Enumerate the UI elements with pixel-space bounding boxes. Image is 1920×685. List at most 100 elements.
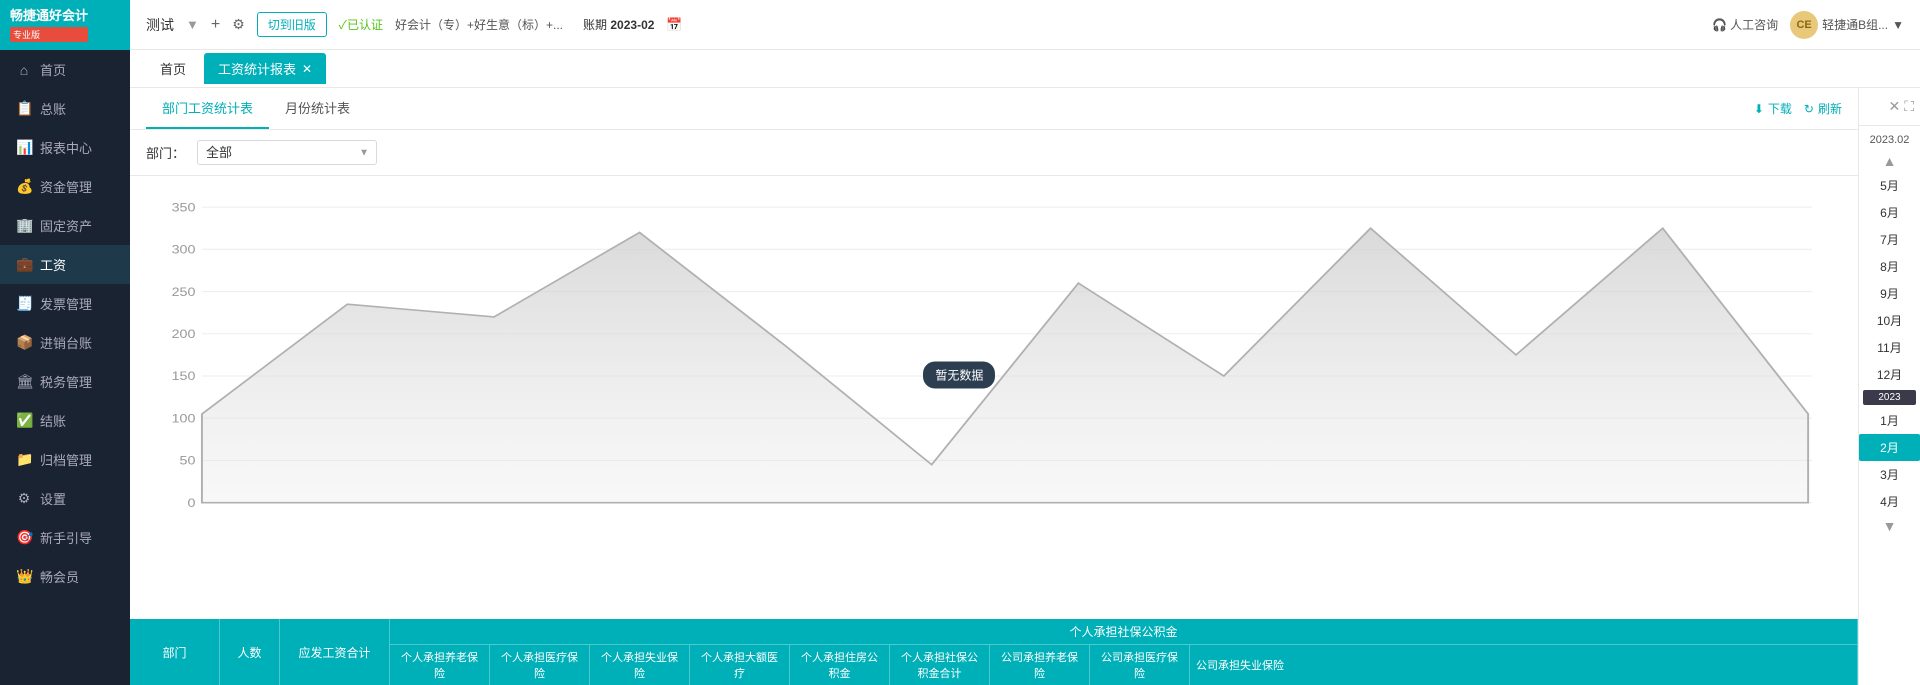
th-cell-个人承担失业保险: 个人承担失业保险	[590, 645, 690, 685]
tabbar: 首页 工资统计报表 ✕	[130, 50, 1920, 88]
sidebar-item-home[interactable]: ⌂ 首页	[0, 50, 130, 89]
sidebar-item-tax[interactable]: 🏛税务管理	[0, 362, 130, 401]
sidebar-label-checkout: 结账	[40, 411, 66, 430]
headset-icon: 🎧	[1712, 18, 1727, 32]
sidebar-label-archive: 归档管理	[40, 450, 92, 469]
month-8月[interactable]: 8月	[1859, 253, 1920, 280]
sidebar-item-archive[interactable]: 📁 归档管理	[0, 440, 130, 479]
topbar-add-icon[interactable]: +	[211, 16, 220, 34]
month-10月[interactable]: 10月	[1859, 307, 1920, 334]
right-side-body: 2023.02 ▲ 5月6月7月8月9月10月11月12月 2023 1月2月3…	[1859, 126, 1920, 685]
report-icon: 📊	[16, 139, 32, 156]
sidebar-item-report[interactable]: 📊 报表中心	[0, 128, 130, 167]
expand-panel-icon[interactable]: ⛶	[1904, 98, 1914, 115]
user-service[interactable]: 🎧 人工咨询	[1712, 16, 1778, 33]
current-year-month: 2023.02	[1859, 130, 1920, 150]
user-name: 轻捷通B组...	[1822, 16, 1888, 33]
month-3月[interactable]: 3月	[1859, 461, 1920, 488]
sidebar-label-trade: 进销台账	[40, 333, 92, 352]
th-group-cells: 个人承担养老保险个人承担医疗保险个人承担失业保险个人承担大额医疗个人承担住房公积…	[390, 645, 1857, 685]
switch-to-old-btn[interactable]: 切到旧版	[257, 12, 327, 37]
sidebar-label-invoice: 发票管理	[40, 294, 92, 313]
th-cell-个人承担住房公积金: 个人承担住房公积金	[790, 645, 890, 685]
app-name: 畅捷通好会计	[10, 8, 88, 25]
main-area: 测试 ▼ + ⚙ 切到旧版 ✓已认证 好会计（专）+好生意（标）+... 账期 …	[130, 0, 1920, 685]
user-dropdown-icon: ▼	[1892, 18, 1904, 32]
sub-tab-month[interactable]: 月份统计表	[269, 88, 366, 129]
calendar-icon[interactable]: 📅	[666, 17, 682, 33]
sidebar-label-guide: 新手引导	[40, 528, 92, 547]
year-badge: 2023	[1863, 390, 1916, 405]
sidebar-label-settings: 设置	[40, 489, 66, 508]
months-after: 1月2月3月4月	[1859, 407, 1920, 515]
month-7月[interactable]: 7月	[1859, 226, 1920, 253]
chevron-down-icon[interactable]: ▼	[1859, 515, 1920, 537]
sidebar-item-checkout[interactable]: ✅结账	[0, 401, 130, 440]
th-count: 人数	[220, 619, 280, 685]
sidebar-label-report: 报表中心	[40, 138, 92, 157]
th-dept: 部门	[130, 619, 220, 685]
sidebar-item-member[interactable]: 👑畅会员	[0, 557, 130, 596]
topbar-settings-icon[interactable]: ⚙	[232, 16, 245, 33]
sidebar-item-salary[interactable]: 💼工资	[0, 245, 130, 284]
sidebar-label-salary: 工资	[40, 255, 66, 274]
month-4月[interactable]: 4月	[1859, 488, 1920, 515]
month-9月[interactable]: 9月	[1859, 280, 1920, 307]
th-cell-个人承担医疗保险: 个人承担医疗保险	[490, 645, 590, 685]
topbar: 测试 ▼ + ⚙ 切到旧版 ✓已认证 好会计（专）+好生意（标）+... 账期 …	[130, 0, 1920, 50]
user-menu[interactable]: CE 轻捷通B组... ▼	[1790, 11, 1904, 39]
month-5月[interactable]: 5月	[1859, 172, 1920, 199]
sidebar-label-home: 首页	[40, 60, 66, 79]
tab-salary-close[interactable]: ✕	[302, 62, 312, 76]
month-2月[interactable]: 2月	[1859, 434, 1920, 461]
archive-icon: 📁	[16, 451, 32, 468]
months-before: 5月6月7月8月9月10月11月12月	[1859, 172, 1920, 388]
sidebar-item-trade[interactable]: 📦进销台账	[0, 323, 130, 362]
dept-select[interactable]: 全部 财务部 销售部 人事部	[197, 140, 377, 165]
sidebar-label-ledger: 总账	[40, 99, 66, 118]
th-group-title: 个人承担社保公积金	[390, 619, 1857, 645]
sidebar-item-settings[interactable]: ⚙设置	[0, 479, 130, 518]
svg-text:300: 300	[172, 243, 196, 256]
refresh-label: 刷新	[1818, 100, 1842, 117]
svg-text:250: 250	[172, 285, 196, 298]
th-cell-公司承担失业保险: 公司承担失业保险	[1190, 645, 1290, 685]
cert-badge: ✓已认证	[339, 16, 383, 33]
filter-row: 部门： 全部 财务部 销售部 人事部	[130, 130, 1858, 176]
month-11月[interactable]: 11月	[1859, 334, 1920, 361]
asset-icon: 🏢	[16, 217, 32, 234]
chevron-up-icon[interactable]: ▲	[1859, 150, 1920, 172]
sub-tab-dept[interactable]: 部门工资统计表	[146, 88, 269, 129]
table-header: 部门 人数 应发工资合计 个人承担社保公积金 个人承担养老保险个人承担医疗保险个…	[130, 619, 1858, 685]
topbar-dropdown-icon[interactable]: ▼	[186, 17, 199, 32]
sub-tabbar: 部门工资统计表 月份统计表 ⬇ 下载 ↻ 刷新	[130, 88, 1858, 130]
sidebar-item-capital[interactable]: 💰资金管理	[0, 167, 130, 206]
sub-tab-actions: ⬇ 下载 ↻ 刷新	[1754, 100, 1842, 117]
download-action[interactable]: ⬇ 下载	[1754, 100, 1792, 117]
sidebar-nav: ⌂ 首页 📋总账 📊 报表中心 💰资金管理🏢固定资产💼工资🧾发票管理📦进销台账🏛税务管理✅…	[0, 50, 130, 596]
refresh-action[interactable]: ↻ 刷新	[1804, 100, 1842, 117]
month-1月[interactable]: 1月	[1859, 407, 1920, 434]
sidebar-item-invoice[interactable]: 🧾发票管理	[0, 284, 130, 323]
month-6月[interactable]: 6月	[1859, 199, 1920, 226]
download-label: 下载	[1768, 100, 1792, 117]
tax-icon: 🏛	[16, 373, 32, 390]
sidebar-item-guide[interactable]: 🎯新手引导	[0, 518, 130, 557]
svg-text:100: 100	[172, 412, 196, 425]
topbar-period: 账期 2023-02	[583, 16, 654, 33]
svg-text:0: 0	[188, 496, 196, 509]
content-wrapper: 部门工资统计表 月份统计表 ⬇ 下载 ↻ 刷新	[130, 88, 1920, 685]
tab-salary[interactable]: 工资统计报表 ✕	[204, 53, 326, 84]
right-side-topbar: ✕ ⛶	[1859, 88, 1920, 126]
home-icon: ⌂	[16, 62, 32, 78]
tab-home-label: 首页	[160, 62, 186, 77]
tab-home[interactable]: 首页	[146, 53, 200, 84]
th-cell-个人承担社保公积金合计: 个人承担社保公积金合计	[890, 645, 990, 685]
svg-text:50: 50	[180, 454, 196, 467]
sidebar-item-asset[interactable]: 🏢固定资产	[0, 206, 130, 245]
close-panel-icon[interactable]: ✕	[1888, 98, 1900, 115]
sidebar-item-ledger[interactable]: 📋总账	[0, 89, 130, 128]
filter-select-wrap: 全部 财务部 销售部 人事部	[197, 140, 377, 165]
month-12月[interactable]: 12月	[1859, 361, 1920, 388]
member-icon: 👑	[16, 568, 32, 585]
